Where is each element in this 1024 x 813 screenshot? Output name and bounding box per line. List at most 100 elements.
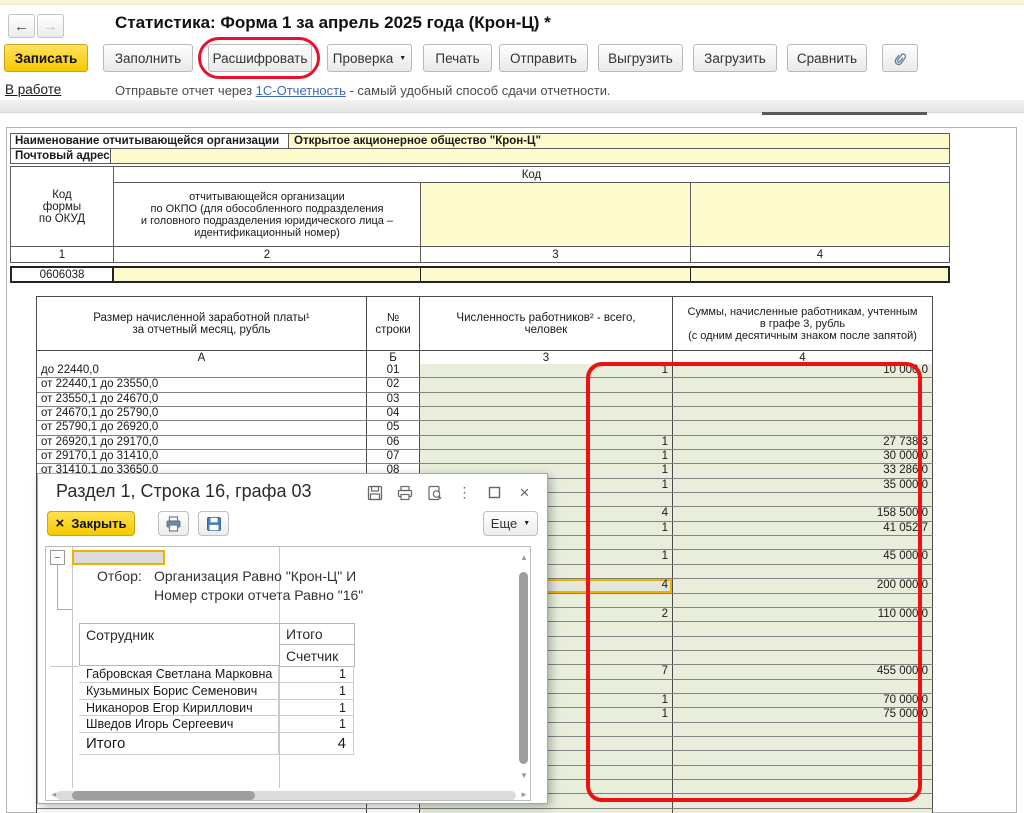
close-x-icon: × xyxy=(55,515,65,532)
employee-row[interactable]: Шведов Игорь Сергеевич 1 xyxy=(79,716,354,733)
send-button[interactable]: Отправить xyxy=(499,44,588,72)
dialog-total-row[interactable]: Итого 4 xyxy=(79,733,354,755)
back-button[interactable]: ← xyxy=(8,14,35,38)
detail-dialog: Раздел 1, Строка 16, графа 03 ⋮ × × Закр… xyxy=(37,473,548,804)
stat-cell-label xyxy=(37,808,367,813)
stat-cell-line-number: 04 xyxy=(367,407,420,421)
postal-address-value[interactable] xyxy=(110,148,950,164)
export-button[interactable]: Выгрузить xyxy=(598,44,683,72)
dialog-close-button[interactable]: × Закрыть xyxy=(47,511,135,536)
employee-name: Габровская Светлана Марковна xyxy=(79,666,279,682)
close-icon[interactable]: × xyxy=(516,483,533,502)
stat-cell-label: от 22440,1 до 23550,0 xyxy=(37,378,367,392)
dialog-more-label: Еще xyxy=(490,516,518,531)
employee-column-header[interactable]: Сотрудник xyxy=(79,623,280,666)
stat-cell-label: от 25790,1 до 26920,0 xyxy=(37,421,367,435)
forward-button[interactable]: → xyxy=(37,14,64,38)
print-icon[interactable] xyxy=(396,484,413,501)
print-preview-icon[interactable] xyxy=(426,484,443,501)
attachments-button[interactable] xyxy=(882,44,918,72)
send-button-label: Отправить xyxy=(510,50,577,66)
tree-line xyxy=(57,609,72,610)
reporting-service-link[interactable]: 1С-Отчетность xyxy=(256,83,346,98)
maximize-icon[interactable] xyxy=(486,484,503,501)
org-name-label: Наименование отчитывающейся организации xyxy=(10,133,289,149)
save-button[interactable]: Записать xyxy=(4,44,88,72)
counter-column-header[interactable]: Счетчик xyxy=(279,644,355,667)
stat-header-col-4: Суммы, начисленные работникам, учтенным … xyxy=(672,296,933,351)
export-button-label: Выгрузить xyxy=(608,50,673,66)
print-button[interactable]: Печать xyxy=(423,44,492,72)
code-colnum-4: 4 xyxy=(690,246,950,263)
code-header: Код xyxy=(113,166,950,183)
dialog-toolbar: × Закрыть Еще ▼ xyxy=(47,511,538,538)
employee-count: 1 xyxy=(279,699,354,716)
scroll-right-icon[interactable]: ► xyxy=(520,790,528,799)
dialog-save-button[interactable] xyxy=(198,511,229,536)
spreadsheet-cursor-cell[interactable] xyxy=(72,550,165,565)
stat-cell-line-number: 02 xyxy=(367,378,420,392)
stat-cell-label: от 24670,1 до 25790,0 xyxy=(37,407,367,421)
dialog-rows: Габровская Светлана Марковна 1 Кузьминых Б… xyxy=(79,666,354,733)
stat-cell-sum[interactable] xyxy=(673,808,933,813)
employee-count: 1 xyxy=(279,666,354,682)
stat-cell-count[interactable] xyxy=(420,808,673,813)
dialog-title: Раздел 1, Строка 16, графа 03 xyxy=(56,481,312,501)
total-value: 4 xyxy=(279,733,354,754)
stat-header-col-a: Размер начисленной заработной платы¹ за … xyxy=(36,296,367,351)
okud-code-label: Код формы по ОКУД xyxy=(10,166,114,247)
compare-button-label: Сравнить xyxy=(796,50,858,66)
employee-row[interactable]: Никаноров Егор Кириллович 1 xyxy=(79,699,354,717)
grid-line xyxy=(72,547,73,788)
dialog-system-icons: ⋮ × xyxy=(366,483,533,502)
status-bar: В работе Отправьте отчет через 1С-Отчетн… xyxy=(0,82,1024,100)
back-arrow-icon: ← xyxy=(14,17,29,35)
stat-cell-line-number: 01 xyxy=(367,364,420,378)
collapse-expander-icon[interactable]: − xyxy=(50,550,65,565)
more-menu-icon[interactable]: ⋮ xyxy=(456,484,473,501)
page-title: Статистика: Форма 1 за апрель 2025 года … xyxy=(115,13,551,32)
forward-arrow-icon: → xyxy=(43,17,58,35)
total-label: Итого xyxy=(79,733,279,754)
stat-row xyxy=(37,808,933,813)
scroll-down-icon[interactable]: ▼ xyxy=(520,771,528,780)
panel-splitter[interactable] xyxy=(762,112,927,115)
code-cell-3[interactable] xyxy=(420,182,691,247)
horizontal-scrollbar[interactable] xyxy=(72,791,255,800)
org-name-value[interactable]: Открытое акционерное общество "Крон-Ц" xyxy=(288,133,950,149)
stat-cell-label: до 22440,0 xyxy=(37,364,367,378)
stat-cell-line-number xyxy=(367,808,420,813)
employee-count: 1 xyxy=(279,682,354,699)
import-button[interactable]: Загрузить xyxy=(693,44,777,72)
dialog-close-label: Закрыть xyxy=(71,516,127,531)
employee-name: Никаноров Егор Кириллович xyxy=(79,699,279,716)
dialog-more-button[interactable]: Еще ▼ xyxy=(483,511,538,536)
stat-header-col-3: Численность работников² - всего, человек xyxy=(419,296,673,351)
status-message: Отправьте отчет через 1С-Отчетность - са… xyxy=(115,83,611,98)
stat-cell-label: от 29170,1 до 31410,0 xyxy=(37,450,367,464)
code-value-3[interactable] xyxy=(420,266,691,283)
code-cell-4[interactable] xyxy=(690,182,950,247)
vertical-scrollbar[interactable] xyxy=(519,572,528,764)
compare-button[interactable]: Сравнить xyxy=(787,44,867,72)
stat-letter-a: А xyxy=(36,350,367,365)
code-value-2[interactable] xyxy=(113,266,421,283)
dialog-print-button[interactable] xyxy=(158,511,189,536)
employee-row[interactable]: Кузьминых Борис Семенович 1 xyxy=(79,682,354,700)
annotation-oval-decrypt xyxy=(198,37,320,79)
check-button[interactable]: Проверка ▼ xyxy=(327,44,412,72)
save-button-label: Записать xyxy=(14,50,78,66)
employee-row[interactable]: Габровская Светлана Марковна 1 xyxy=(79,666,354,683)
code-value-4[interactable] xyxy=(690,266,950,283)
status-state-link[interactable]: В работе xyxy=(5,82,61,97)
annotation-rect-values xyxy=(586,362,922,802)
employee-count: 1 xyxy=(279,716,354,732)
save-icon[interactable] xyxy=(366,484,383,501)
stat-header-col-b: № строки xyxy=(366,296,420,351)
app-window: ← → Статистика: Форма 1 за апрель 2025 г… xyxy=(0,0,1024,813)
total-column-header[interactable]: Итого xyxy=(279,623,355,645)
filter-condition-1: Организация Равно "Крон-Ц" И xyxy=(154,568,357,584)
scroll-up-icon[interactable]: ▲ xyxy=(520,553,528,562)
stat-letter-b: Б xyxy=(366,350,420,365)
fill-button[interactable]: Заполнить xyxy=(103,44,193,72)
